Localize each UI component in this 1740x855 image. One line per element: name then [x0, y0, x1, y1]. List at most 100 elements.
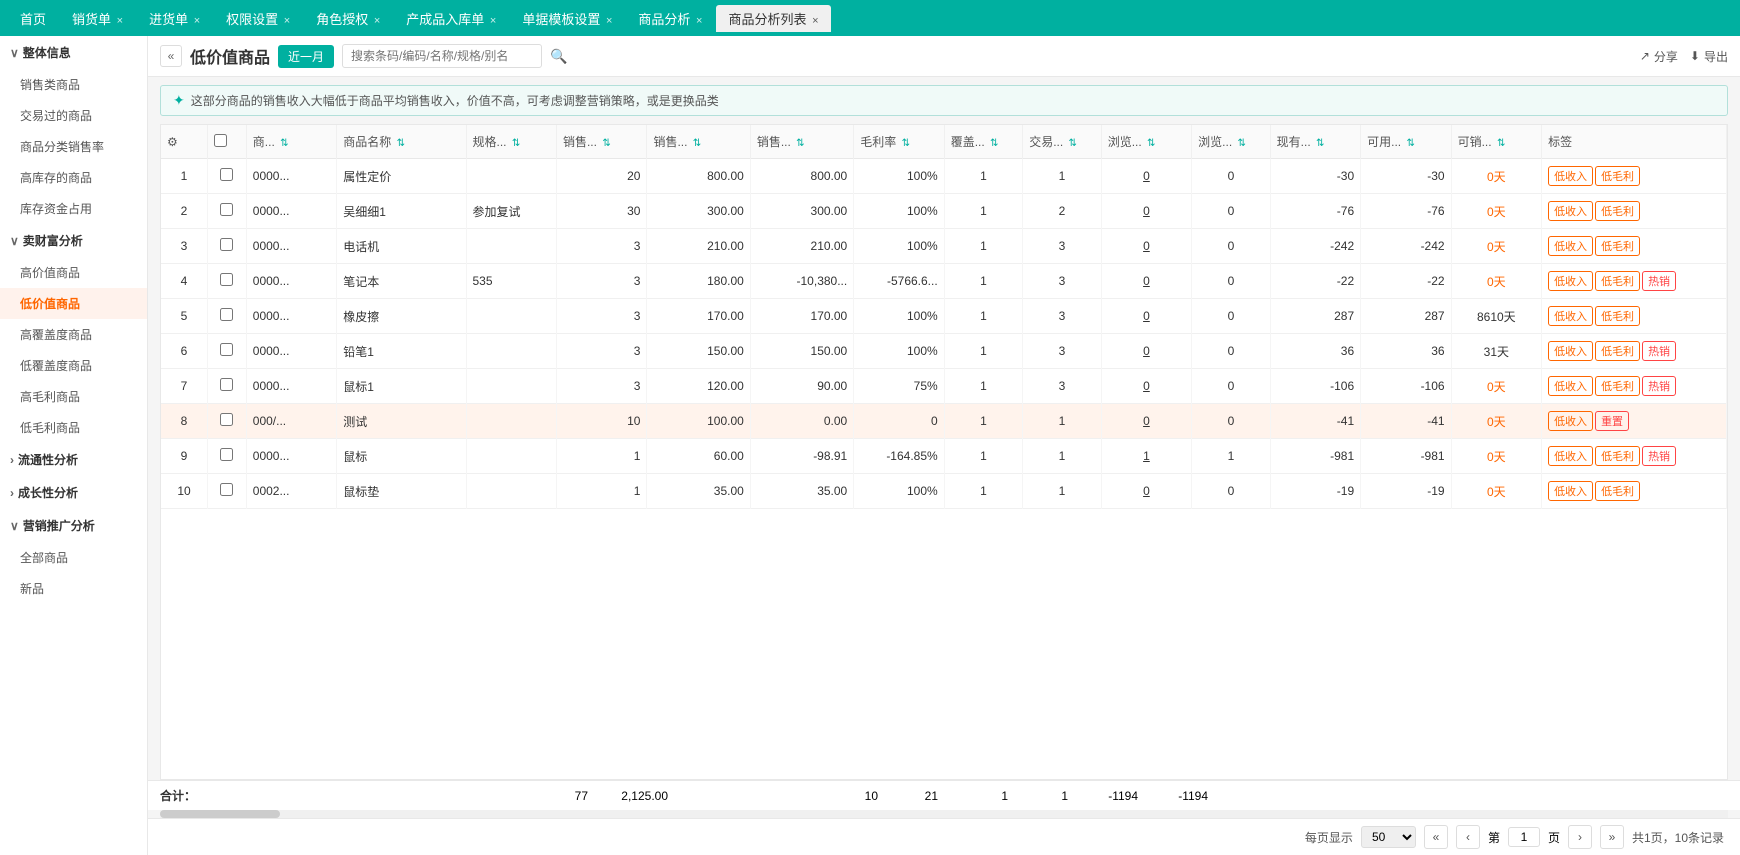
browse1-link[interactable]: 0 [1143, 239, 1150, 253]
sidebar-group-growth[interactable]: ›成长性分析 [0, 476, 147, 509]
browse1-link[interactable]: 0 [1143, 379, 1150, 393]
td-name[interactable]: 笔记本 [337, 264, 466, 299]
td-browse1[interactable]: 0 [1101, 369, 1191, 404]
td-check[interactable] [208, 194, 247, 229]
browse1-link[interactable]: 1 [1143, 449, 1150, 463]
sidebar-item-low-profit[interactable]: 低毛利商品 [0, 412, 147, 443]
td-browse1[interactable]: 0 [1101, 404, 1191, 439]
th-stock2[interactable]: 可用... ⇅ [1361, 125, 1451, 159]
th-name[interactable]: 商品名称 ⇅ [337, 125, 466, 159]
nav-role[interactable]: 角色授权 × [304, 5, 392, 32]
nav-goods-analysis-list[interactable]: 商品分析列表 × [716, 5, 830, 32]
row-checkbox[interactable] [220, 238, 233, 251]
table-row[interactable]: 9 0000... 鼠标 1 60.00 -98.91 -164.85% 1 1… [161, 439, 1727, 474]
td-name[interactable]: 鼠标 [337, 439, 466, 474]
sidebar-item-high-cover[interactable]: 高覆盖度商品 [0, 319, 147, 350]
td-name[interactable]: 铅笔1 [337, 334, 466, 369]
prev-page-button[interactable]: ‹ [1456, 825, 1480, 849]
collapse-button[interactable]: « [160, 45, 182, 67]
next-page-button[interactable]: › [1568, 825, 1592, 849]
td-browse1[interactable]: 0 [1101, 474, 1191, 509]
th-gear[interactable]: ⚙ [161, 125, 208, 159]
th-trade[interactable]: 交易... ⇅ [1023, 125, 1102, 159]
sidebar-item-high-profit[interactable]: 高毛利商品 [0, 381, 147, 412]
nav-permission-close[interactable]: × [284, 15, 290, 27]
th-stock1[interactable]: 现有... ⇅ [1270, 125, 1360, 159]
td-name[interactable]: 属性定价 [337, 159, 466, 194]
first-page-button[interactable]: « [1424, 825, 1448, 849]
nav-purchase[interactable]: 进货单 × [137, 5, 212, 32]
td-check[interactable] [208, 369, 247, 404]
td-check[interactable] [208, 404, 247, 439]
page-input[interactable] [1508, 827, 1540, 847]
td-browse1[interactable]: 0 [1101, 229, 1191, 264]
th-check[interactable] [208, 125, 247, 159]
nav-product-in[interactable]: 产成品入库单 × [394, 5, 508, 32]
th-code[interactable]: 商... ⇅ [246, 125, 336, 159]
sidebar-item-category-rate[interactable]: 商品分类销售率 [0, 131, 147, 162]
share-button[interactable]: ↗ 分享 [1640, 48, 1678, 65]
td-name[interactable]: 鼠标1 [337, 369, 466, 404]
table-row[interactable]: 1 0000... 属性定价 20 800.00 800.00 100% 1 1… [161, 159, 1727, 194]
table-row[interactable]: 5 0000... 橡皮擦 3 170.00 170.00 100% 1 3 0… [161, 299, 1727, 334]
td-browse1[interactable]: 0 [1101, 194, 1191, 229]
td-browse1[interactable]: 0 [1101, 299, 1191, 334]
nav-product-in-close[interactable]: × [490, 15, 496, 27]
th-spec[interactable]: 规格... ⇅ [466, 125, 556, 159]
nav-purchase-close[interactable]: × [194, 15, 200, 27]
sidebar-item-traded[interactable]: 交易过的商品 [0, 100, 147, 131]
row-checkbox[interactable] [220, 378, 233, 391]
row-checkbox[interactable] [220, 483, 233, 496]
horizontal-scrollbar[interactable] [160, 810, 1728, 818]
td-check[interactable] [208, 229, 247, 264]
sidebar-group-wealth[interactable]: ∨卖财富分析 [0, 224, 147, 257]
row-checkbox[interactable] [220, 308, 233, 321]
nav-template-close[interactable]: × [606, 15, 612, 27]
scrollbar-thumb[interactable] [160, 810, 280, 818]
th-browse2[interactable]: 浏览... ⇅ [1192, 125, 1271, 159]
td-name[interactable]: 测试 [337, 404, 466, 439]
td-check[interactable] [208, 264, 247, 299]
sidebar-item-sales-goods[interactable]: 销售类商品 [0, 69, 147, 100]
table-row[interactable]: 4 0000... 笔记本 535 3 180.00 -10,380... -5… [161, 264, 1727, 299]
td-name[interactable]: 橡皮擦 [337, 299, 466, 334]
th-sell[interactable]: 可销... ⇅ [1451, 125, 1541, 159]
browse1-link[interactable]: 0 [1143, 414, 1150, 428]
td-name[interactable]: 鼠标垫 [337, 474, 466, 509]
row-checkbox[interactable] [220, 413, 233, 426]
browse1-link[interactable]: 0 [1143, 484, 1150, 498]
row-checkbox[interactable] [220, 448, 233, 461]
nav-permission[interactable]: 权限设置 × [214, 5, 302, 32]
row-checkbox[interactable] [220, 273, 233, 286]
td-check[interactable] [208, 299, 247, 334]
table-row[interactable]: 8 000/... 测试 10 100.00 0.00 0 1 1 0 0 -4… [161, 404, 1727, 439]
browse1-link[interactable]: 0 [1143, 309, 1150, 323]
last-page-button[interactable]: » [1600, 825, 1624, 849]
nav-sales[interactable]: 销货单 × [60, 5, 135, 32]
td-check[interactable] [208, 474, 247, 509]
th-gross[interactable]: 毛利率 ⇅ [854, 125, 944, 159]
nav-goods-analysis-list-close[interactable]: × [812, 15, 818, 27]
browse1-link[interactable]: 0 [1143, 204, 1150, 218]
browse1-link[interactable]: 0 [1143, 344, 1150, 358]
th-sale-qty[interactable]: 销售... ⇅ [556, 125, 646, 159]
th-browse1[interactable]: 浏览... ⇅ [1101, 125, 1191, 159]
select-all-checkbox[interactable] [214, 134, 227, 147]
td-browse1[interactable]: 0 [1101, 264, 1191, 299]
td-check[interactable] [208, 439, 247, 474]
td-name[interactable]: 电话机 [337, 229, 466, 264]
th-sale-amount[interactable]: 销售... ⇅ [647, 125, 750, 159]
td-check[interactable] [208, 334, 247, 369]
row-checkbox[interactable] [220, 343, 233, 356]
td-browse1[interactable]: 0 [1101, 334, 1191, 369]
th-sale-profit[interactable]: 销售... ⇅ [750, 125, 853, 159]
nav-goods-analysis[interactable]: 商品分析 × [626, 5, 714, 32]
sidebar-group-flow[interactable]: ›流通性分析 [0, 443, 147, 476]
row-checkbox[interactable] [220, 168, 233, 181]
export-button[interactable]: ⬇ 导出 [1690, 48, 1728, 65]
browse1-link[interactable]: 0 [1143, 274, 1150, 288]
nav-role-close[interactable]: × [374, 15, 380, 27]
table-row[interactable]: 2 0000... 吴细细1 参加复试 30 300.00 300.00 100… [161, 194, 1727, 229]
table-row[interactable]: 10 0002... 鼠标垫 1 35.00 35.00 100% 1 1 0 … [161, 474, 1727, 509]
td-browse1[interactable]: 0 [1101, 159, 1191, 194]
